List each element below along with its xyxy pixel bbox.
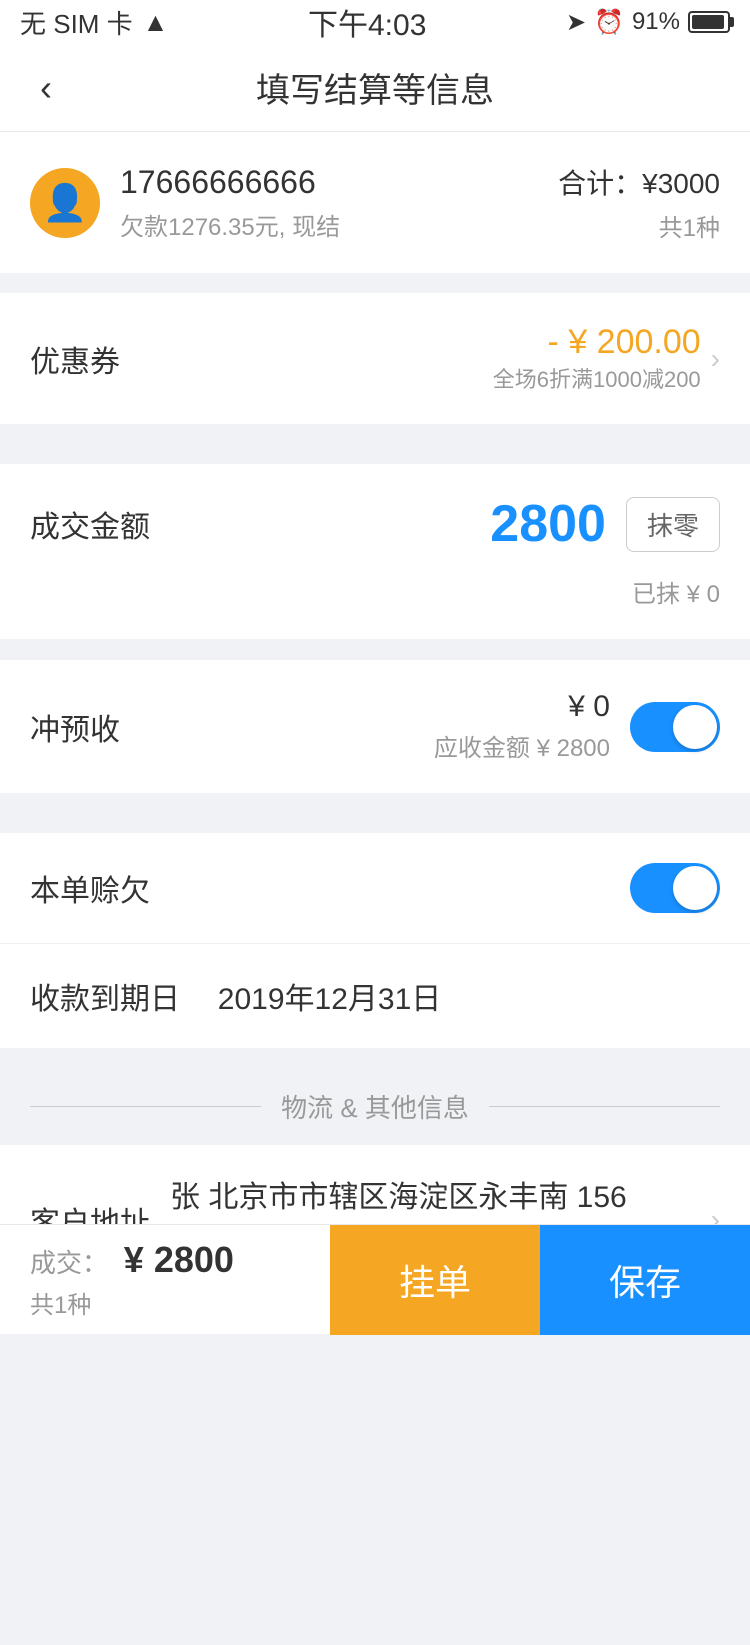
prepay-sub: 应收金额 ¥ 2800 <box>434 728 610 763</box>
chevron-right-icon: › <box>711 343 720 375</box>
prepay-row: 冲预收 ¥ 0 应收金额 ¥ 2800 <box>0 660 750 793</box>
back-button[interactable]: ‹ <box>30 57 62 119</box>
order-debt-label: 本单赊欠 <box>30 866 150 910</box>
customer-right: 合计：¥3000 共1种 <box>558 162 720 243</box>
battery-icon <box>688 11 730 33</box>
status-right: ➤ ⏰ 91% <box>566 8 730 37</box>
coupon-info: - ¥ 200.00 全场6折满1000减200 <box>493 323 701 394</box>
status-bar: 无 SIM 卡 ▲ 下午4:03 ➤ ⏰ 91% <box>0 0 750 44</box>
prepay-values: ¥ 0 应收金额 ¥ 2800 <box>434 690 610 763</box>
deal-amount-section: 成交金额 2800 抹零 已抹 ¥ 0 <box>0 464 750 639</box>
duedate-label: 收款到期日 <box>30 983 180 1016</box>
order-debt-row: 本单赊欠 <box>0 833 750 943</box>
deal-amount-row: 成交金额 2800 抹零 <box>30 494 720 554</box>
prepay-toggle[interactable] <box>630 702 720 752</box>
order-debt-section: 本单赊欠 收款到期日 2019年12月31日 <box>0 833 750 1048</box>
customer-debt: 欠款1276.35元, 现结 <box>120 207 340 242</box>
separator-2 <box>0 813 750 833</box>
suspend-button[interactable]: 挂单 <box>330 1225 540 1335</box>
deal-sub: 已抹 ¥ 0 <box>30 574 720 609</box>
coupon-label: 优惠券 <box>30 337 120 381</box>
avatar: 👤 <box>30 168 100 238</box>
carrier-label: 无 SIM 卡 <box>20 4 133 41</box>
deal-label: 成交金额 <box>30 502 150 546</box>
bottom-count: 共1种 <box>30 1285 300 1320</box>
coupon-amount: - ¥ 200.00 <box>493 323 701 362</box>
coupon-row[interactable]: 优惠券 - ¥ 200.00 全场6折满1000减200 › <box>0 293 750 424</box>
avatar-icon: 👤 <box>43 182 88 224</box>
separator-1 <box>0 444 750 464</box>
coupon-desc: 全场6折满1000减200 <box>493 362 701 394</box>
battery-percent: 91% <box>632 8 680 36</box>
toggle-knob <box>673 705 717 749</box>
logistics-label: 物流 & 其他信息 <box>281 1088 469 1125</box>
duedate-value: 2019年12月31日 <box>218 983 441 1016</box>
main-content: 👤 17666666666 欠款1276.35元, 现结 合计：¥3000 共1… <box>0 132 750 1645</box>
coupon-section[interactable]: 优惠券 - ¥ 200.00 全场6折满1000减200 › <box>0 293 750 424</box>
save-button[interactable]: 保存 <box>540 1225 750 1335</box>
customer-card: 👤 17666666666 欠款1276.35元, 现结 合计：¥3000 共1… <box>0 132 750 273</box>
total-label: 合计：¥3000 <box>558 162 720 202</box>
bottom-deal-amount: ¥ 2800 <box>124 1239 234 1280</box>
location-icon: ➤ <box>566 8 586 37</box>
order-debt-toggle[interactable] <box>630 863 720 913</box>
bottom-deal: 成交： ¥ 2800 <box>30 1239 300 1281</box>
deal-value: 2800 <box>490 494 606 554</box>
status-left: 无 SIM 卡 ▲ <box>20 4 168 41</box>
total-count: 共1种 <box>558 208 720 243</box>
prepay-amount: ¥ 0 <box>434 690 610 724</box>
deal-right: 2800 抹零 <box>490 494 720 554</box>
status-time: 下午4:03 <box>308 0 426 44</box>
divider-line-right <box>489 1106 720 1107</box>
wifi-icon: ▲ <box>143 7 169 38</box>
prepay-section: 冲预收 ¥ 0 应收金额 ¥ 2800 <box>0 659 750 793</box>
duedate-row: 收款到期日 2019年12月31日 <box>0 943 750 1048</box>
page-title: 填写结算等信息 <box>256 63 494 112</box>
logistics-divider: 物流 & 其他信息 <box>0 1068 750 1145</box>
prepay-label: 冲预收 <box>30 705 120 749</box>
round-button[interactable]: 抹零 <box>626 497 720 552</box>
bottom-spacer <box>0 1315 750 1515</box>
bottom-info: 成交： ¥ 2800 共1种 <box>0 1239 330 1320</box>
alarm-icon: ⏰ <box>594 8 624 37</box>
customer-left: 👤 17666666666 欠款1276.35元, 现结 <box>30 164 340 242</box>
prepay-right: ¥ 0 应收金额 ¥ 2800 <box>434 690 720 763</box>
nav-bar: ‹ 填写结算等信息 <box>0 44 750 132</box>
bottom-bar: 成交： ¥ 2800 共1种 挂单 保存 <box>0 1224 750 1334</box>
bottom-deal-label: 成交： <box>30 1248 108 1278</box>
coupon-right: - ¥ 200.00 全场6折满1000减200 › <box>493 323 720 394</box>
divider-line-left <box>30 1106 261 1107</box>
order-debt-knob <box>673 866 717 910</box>
customer-info: 17666666666 欠款1276.35元, 现结 <box>120 164 340 242</box>
customer-phone: 17666666666 <box>120 164 340 201</box>
